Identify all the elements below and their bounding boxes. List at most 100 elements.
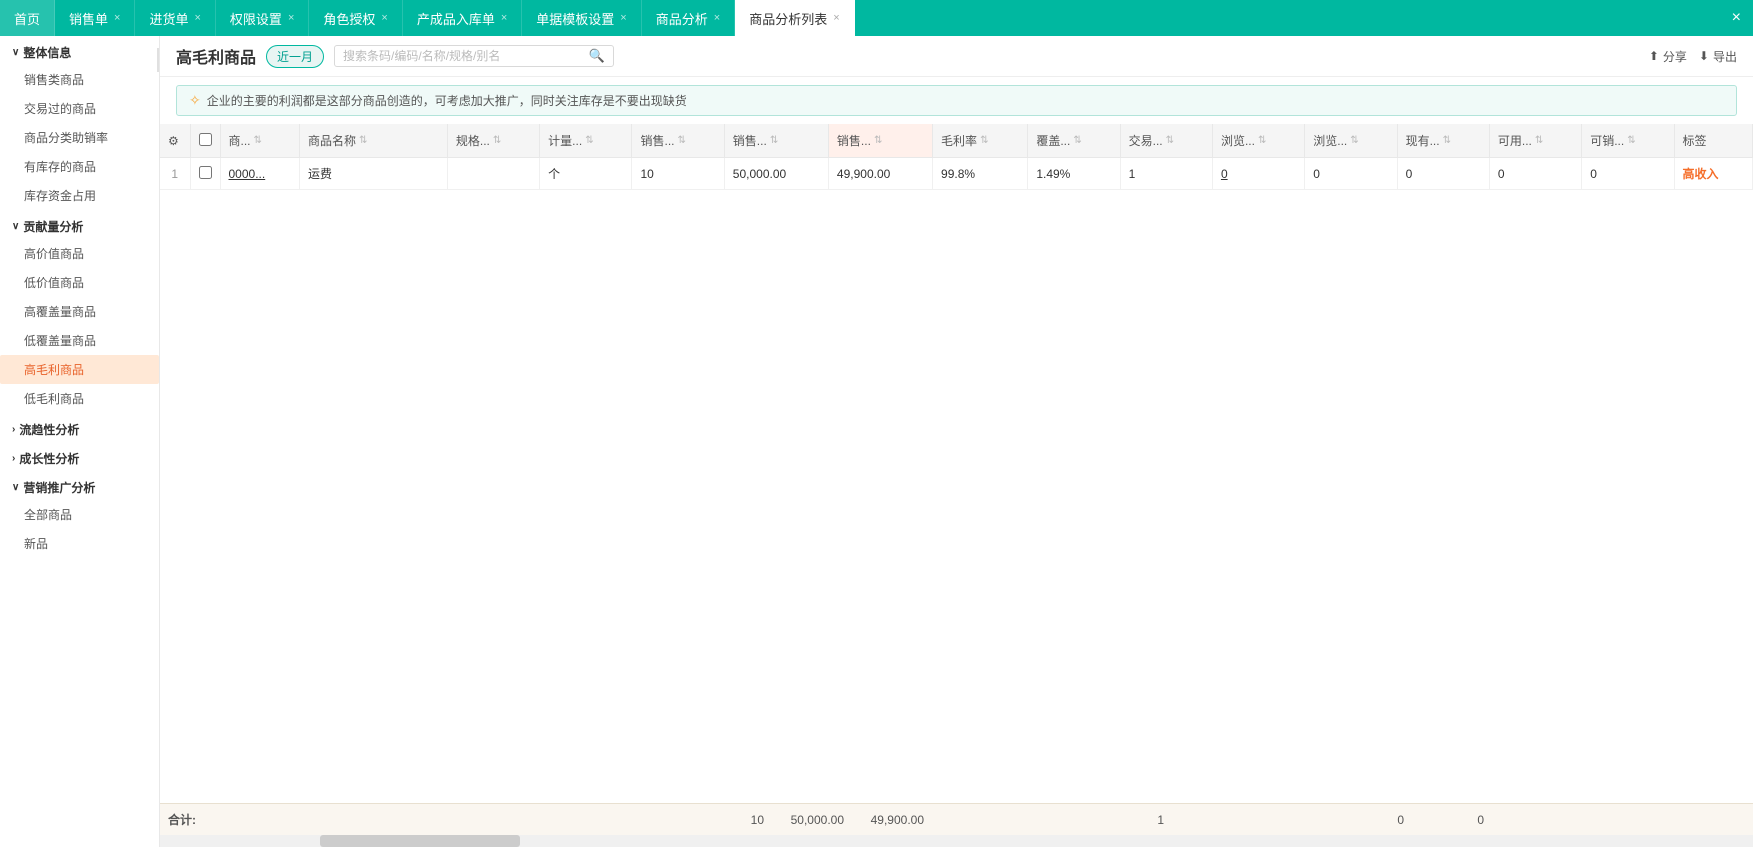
page-title: 高毛利商品 bbox=[176, 44, 256, 68]
col-code[interactable]: 商...⇅ bbox=[220, 124, 299, 158]
sort-icon: ⇅ bbox=[1258, 135, 1266, 146]
chevron-right-icon: › bbox=[12, 424, 15, 435]
nav-template[interactable]: 单据模板设置 × bbox=[522, 0, 641, 36]
row-gross-margin: 99.8% bbox=[933, 158, 1028, 190]
col-checkbox[interactable] bbox=[190, 124, 220, 158]
sidebar-item-traded-goods[interactable]: 交易过的商品 bbox=[0, 94, 159, 123]
sidebar-item-category-rate[interactable]: 商品分类助销率 bbox=[0, 123, 159, 152]
sidebar-item-in-stock[interactable]: 有库存的商品 bbox=[0, 152, 159, 181]
scrollbar-thumb[interactable] bbox=[320, 835, 520, 847]
sort-icon: ⇅ bbox=[874, 135, 882, 146]
close-icon[interactable]: × bbox=[288, 13, 294, 24]
export-icon: ⬇ bbox=[1699, 49, 1709, 63]
sidebar-group-growth[interactable]: › 成长性分析 bbox=[0, 442, 159, 471]
footer-cells: 10 50,000.00 49,900.00 1 0 0 bbox=[212, 813, 1745, 827]
col-available[interactable]: 可用...⇅ bbox=[1489, 124, 1581, 158]
sidebar-item-stock-capital[interactable]: 库存资金占用 bbox=[0, 181, 159, 210]
col-gross-margin[interactable]: 毛利率⇅ bbox=[933, 124, 1028, 158]
horizontal-scrollbar[interactable] bbox=[160, 835, 1753, 847]
sidebar-item-all-goods[interactable]: 全部商品 bbox=[0, 500, 159, 529]
nav-roles[interactable]: 角色授权 × bbox=[309, 0, 402, 36]
col-current[interactable]: 现有...⇅ bbox=[1397, 124, 1489, 158]
row-sellable: 0 bbox=[1582, 158, 1674, 190]
row-coverage: 1.49% bbox=[1028, 158, 1120, 190]
sidebar-item-sales-goods[interactable]: 销售类商品 bbox=[0, 65, 159, 94]
sort-icon: ⇅ bbox=[1535, 135, 1543, 146]
sidebar-group-marketing[interactable]: ∨ 营销推广分析 bbox=[0, 471, 159, 500]
col-tag[interactable]: 标签 bbox=[1674, 124, 1753, 158]
row-sales-profit: 49,900.00 bbox=[828, 158, 932, 190]
col-transaction[interactable]: 交易...⇅ bbox=[1120, 124, 1212, 158]
sidebar-group-overall[interactable]: ∨ 整体信息 bbox=[0, 36, 159, 65]
sidebar-item-low-value[interactable]: 低价值商品 bbox=[0, 268, 159, 297]
row-browse2: 0 bbox=[1305, 158, 1397, 190]
footer-spacer3 bbox=[1012, 813, 1092, 827]
sort-icon: ⇅ bbox=[678, 135, 686, 146]
sort-icon: ⇅ bbox=[1627, 135, 1635, 146]
nav-product-inbound[interactable]: 产成品入库单 × bbox=[403, 0, 522, 36]
select-all-checkbox[interactable] bbox=[199, 133, 212, 146]
close-icon[interactable]: × bbox=[114, 13, 120, 24]
sort-icon: ⇅ bbox=[1073, 135, 1081, 146]
info-banner: ✧ 企业的主要的利润都是这部分商品创造的，可考虑加大推广，同时关注库存是不要出现… bbox=[176, 85, 1737, 116]
filter-recent-month-button[interactable]: 近一月 bbox=[266, 45, 324, 68]
search-input[interactable] bbox=[343, 49, 585, 63]
nav-sales[interactable]: 销售单 × bbox=[55, 0, 135, 36]
col-settings[interactable]: ⚙ bbox=[160, 124, 190, 158]
sidebar-item-new-goods[interactable]: 新品 bbox=[0, 529, 159, 558]
sidebar-group-contribution[interactable]: ∨ 贡献量分析 bbox=[0, 210, 159, 239]
close-icon[interactable]: × bbox=[620, 13, 626, 24]
sidebar-item-low-coverage[interactable]: 低覆盖量商品 bbox=[0, 326, 159, 355]
close-window-button[interactable]: × bbox=[1720, 0, 1753, 36]
table-row: 1 0000... 运费 个 10 50,000.00 49,900.00 99… bbox=[160, 158, 1753, 190]
close-icon[interactable]: × bbox=[501, 13, 507, 24]
sidebar-item-low-margin[interactable]: 低毛利商品 bbox=[0, 384, 159, 413]
footer-spacer4 bbox=[1172, 813, 1252, 827]
sidebar-item-high-value[interactable]: 高价值商品 bbox=[0, 239, 159, 268]
col-browse2[interactable]: 浏览...⇅ bbox=[1305, 124, 1397, 158]
sidebar-group-trend[interactable]: › 流趋性分析 bbox=[0, 413, 159, 442]
nav-product-analysis[interactable]: 商品分析 × bbox=[642, 0, 735, 36]
sidebar-item-high-coverage[interactable]: 高覆盖量商品 bbox=[0, 297, 159, 326]
sort-icon: ⇅ bbox=[770, 135, 778, 146]
row-browse1[interactable]: 0 bbox=[1212, 158, 1304, 190]
close-icon[interactable]: × bbox=[381, 13, 387, 24]
search-icon[interactable]: 🔍 bbox=[589, 48, 605, 64]
col-sales-qty[interactable]: 销售...⇅ bbox=[632, 124, 724, 158]
footer-sales-qty: 10 bbox=[692, 813, 772, 827]
row-available: 0 bbox=[1489, 158, 1581, 190]
share-button[interactable]: ⬆ 分享 bbox=[1649, 48, 1687, 65]
col-browse1[interactable]: 浏览...⇅ bbox=[1212, 124, 1304, 158]
chevron-down-icon: ∨ bbox=[12, 221, 19, 232]
row-checkbox[interactable] bbox=[190, 158, 220, 190]
sidebar-item-high-margin[interactable]: 高毛利商品 bbox=[0, 355, 159, 384]
footer-transaction: 1 bbox=[1092, 813, 1172, 827]
col-sales-profit[interactable]: 销售...⇅ bbox=[828, 124, 932, 158]
sidebar: « ∨ 整体信息 销售类商品 交易过的商品 商品分类助销率 有库存的商品 库存资… bbox=[0, 36, 160, 847]
col-unit[interactable]: 计量...⇅ bbox=[540, 124, 632, 158]
search-box: 🔍 bbox=[334, 45, 614, 67]
export-button[interactable]: ⬇ 导出 bbox=[1699, 48, 1737, 65]
nav-product-analysis-list[interactable]: 商品分析列表 × bbox=[735, 0, 854, 36]
sidebar-collapse-button[interactable]: « bbox=[157, 48, 160, 72]
header-actions: ⬆ 分享 ⬇ 导出 bbox=[1649, 48, 1737, 65]
close-icon[interactable]: × bbox=[194, 13, 200, 24]
col-spec[interactable]: 规格...⇅ bbox=[447, 124, 539, 158]
row-code[interactable]: 0000... bbox=[220, 158, 299, 190]
row-tag: 高收入 bbox=[1674, 158, 1753, 190]
table-header-row: ⚙ 商...⇅ 商品名称⇅ 规格...⇅ bbox=[160, 124, 1753, 158]
close-icon[interactable]: × bbox=[833, 13, 839, 24]
nav-permissions[interactable]: 权限设置 × bbox=[216, 0, 309, 36]
footer-label: 合计: bbox=[168, 811, 212, 828]
col-sellable[interactable]: 可销...⇅ bbox=[1582, 124, 1674, 158]
row-name: 运费 bbox=[299, 158, 447, 190]
col-sales-amount[interactable]: 销售...⇅ bbox=[724, 124, 828, 158]
nav-home[interactable]: 首页 bbox=[0, 0, 55, 36]
row-select-checkbox[interactable] bbox=[199, 166, 212, 179]
data-table-container[interactable]: ⚙ 商...⇅ 商品名称⇅ 规格...⇅ bbox=[160, 124, 1753, 803]
col-coverage[interactable]: 覆盖...⇅ bbox=[1028, 124, 1120, 158]
footer-current: 0 bbox=[1332, 813, 1412, 827]
nav-purchase[interactable]: 进货单 × bbox=[135, 0, 215, 36]
col-name[interactable]: 商品名称⇅ bbox=[299, 124, 447, 158]
close-icon[interactable]: × bbox=[714, 13, 720, 24]
